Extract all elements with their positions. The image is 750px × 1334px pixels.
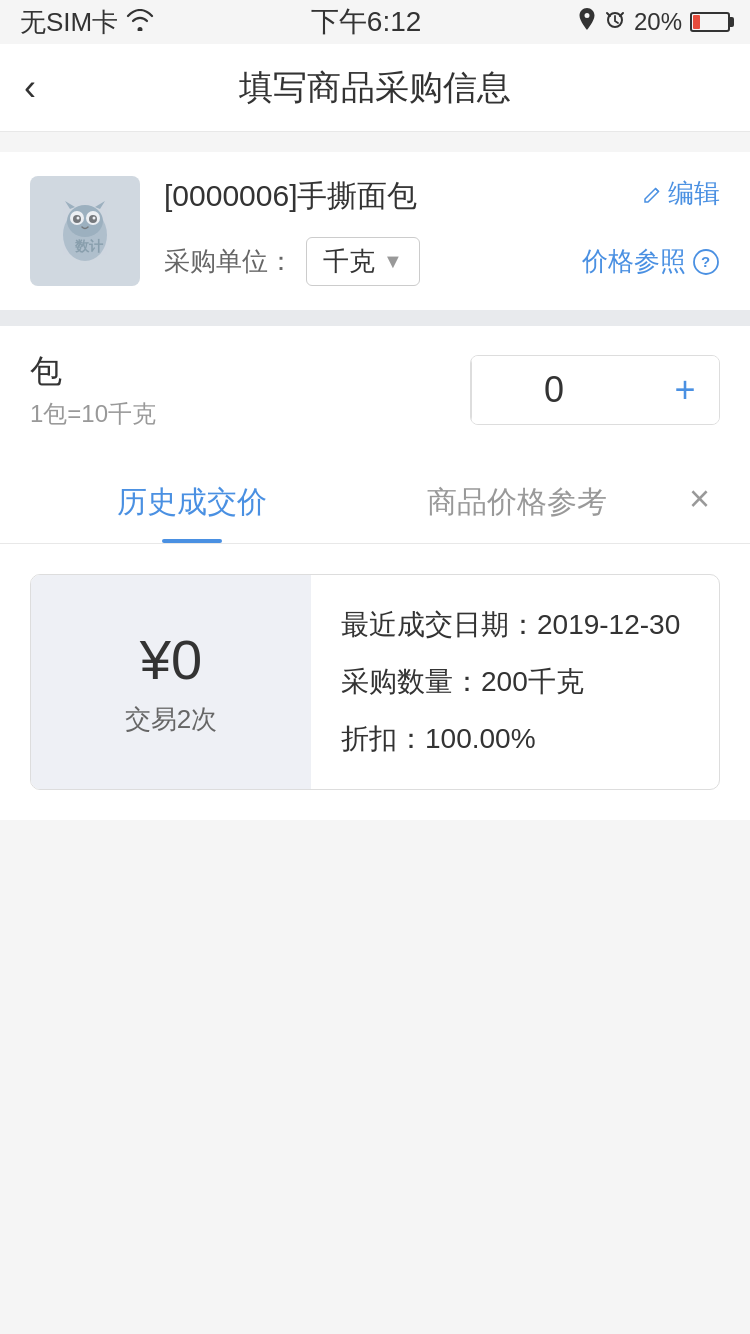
status-time: 下午6:12	[311, 3, 422, 41]
quantity-control: +	[470, 355, 720, 425]
section-divider	[0, 310, 750, 326]
quantity-input[interactable]	[471, 356, 651, 424]
carrier-text: 无SIM卡	[20, 5, 118, 40]
main-content-area	[0, 820, 750, 1334]
tabs-panel: 历史成交价 商品价格参考 × ¥0 交易2次 最近成交日期：2019-12-30…	[0, 454, 750, 820]
quantity-row: 包 1包=10千克 +	[0, 326, 750, 454]
nav-bar: ‹ 填写商品采购信息	[0, 44, 750, 132]
unit-value: 千克	[323, 244, 375, 279]
product-info: [0000006]手撕面包 编辑 采购单位： 千克 ▼ 价格参照	[164, 176, 720, 286]
status-icons: 20%	[578, 8, 730, 36]
battery-percent: 20%	[634, 8, 682, 36]
help-icon: ?	[692, 248, 720, 276]
chevron-down-icon: ▼	[383, 250, 403, 273]
recent-date-value: 2019-12-30	[537, 609, 680, 640]
price-trade-count: 交易2次	[125, 702, 217, 737]
purchase-unit-row: 采购单位： 千克 ▼ 价格参照 ?	[164, 237, 720, 286]
discount-label: 折扣：	[341, 723, 425, 754]
status-bar: 无SIM卡 下午6:12 20%	[0, 0, 750, 44]
svg-text:数计: 数计	[74, 238, 104, 254]
edit-button[interactable]: 编辑	[642, 176, 720, 211]
wifi-icon	[126, 7, 154, 38]
status-carrier: 无SIM卡	[20, 5, 154, 40]
tabs-header: 历史成交价 商品价格参考 ×	[0, 454, 750, 544]
tab-content: ¥0 交易2次 最近成交日期：2019-12-30 采购数量：200千克 折扣：…	[0, 544, 750, 820]
svg-point-8	[93, 217, 96, 220]
alarm-icon	[604, 8, 626, 36]
price-amount: ¥0	[140, 627, 202, 692]
recent-date-item: 最近成交日期：2019-12-30	[341, 605, 689, 644]
purchase-qty-value: 200千克	[481, 666, 584, 697]
product-card: 数计 [0000006]手撕面包 编辑 采购单位： 千克 ▼	[0, 152, 750, 310]
back-button[interactable]: ‹	[24, 67, 36, 109]
quantity-unit-label: 包	[30, 350, 156, 394]
tab-close-button[interactable]: ×	[679, 478, 720, 520]
quantity-plus-button[interactable]: +	[651, 356, 719, 424]
unit-select[interactable]: 千克 ▼	[306, 237, 420, 286]
tab-history-price[interactable]: 历史成交价	[30, 454, 354, 543]
price-value: 0	[171, 628, 202, 691]
svg-text:?: ?	[701, 253, 710, 270]
price-ref-label: 价格参照	[582, 244, 686, 279]
tab-product-price-ref[interactable]: 商品价格参考	[354, 454, 678, 543]
price-ref-button[interactable]: 价格参照 ?	[582, 244, 720, 279]
purchase-qty-label: 采购数量：	[341, 666, 481, 697]
svg-point-7	[77, 217, 80, 220]
discount-item: 折扣：100.00%	[341, 719, 689, 758]
price-history-right: 最近成交日期：2019-12-30 采购数量：200千克 折扣：100.00%	[311, 575, 719, 789]
purchase-qty-item: 采购数量：200千克	[341, 662, 689, 701]
quantity-unit-ratio: 1包=10千克	[30, 398, 156, 430]
battery-icon	[690, 12, 730, 32]
page-title: 填写商品采购信息	[239, 65, 511, 111]
price-history-left: ¥0 交易2次	[31, 575, 311, 789]
location-icon	[578, 8, 596, 36]
product-title-row: [0000006]手撕面包 编辑	[164, 176, 720, 217]
discount-value: 100.00%	[425, 723, 536, 754]
currency-symbol: ¥	[140, 628, 171, 691]
edit-icon	[642, 183, 664, 205]
recent-date-label: 最近成交日期：	[341, 609, 537, 640]
product-image: 数计	[30, 176, 140, 286]
quantity-label-group: 包 1包=10千克	[30, 350, 156, 430]
product-title: [0000006]手撕面包	[164, 176, 417, 217]
purchase-unit-label: 采购单位：	[164, 244, 294, 279]
price-history-card: ¥0 交易2次 最近成交日期：2019-12-30 采购数量：200千克 折扣：…	[30, 574, 720, 790]
edit-label: 编辑	[668, 176, 720, 211]
